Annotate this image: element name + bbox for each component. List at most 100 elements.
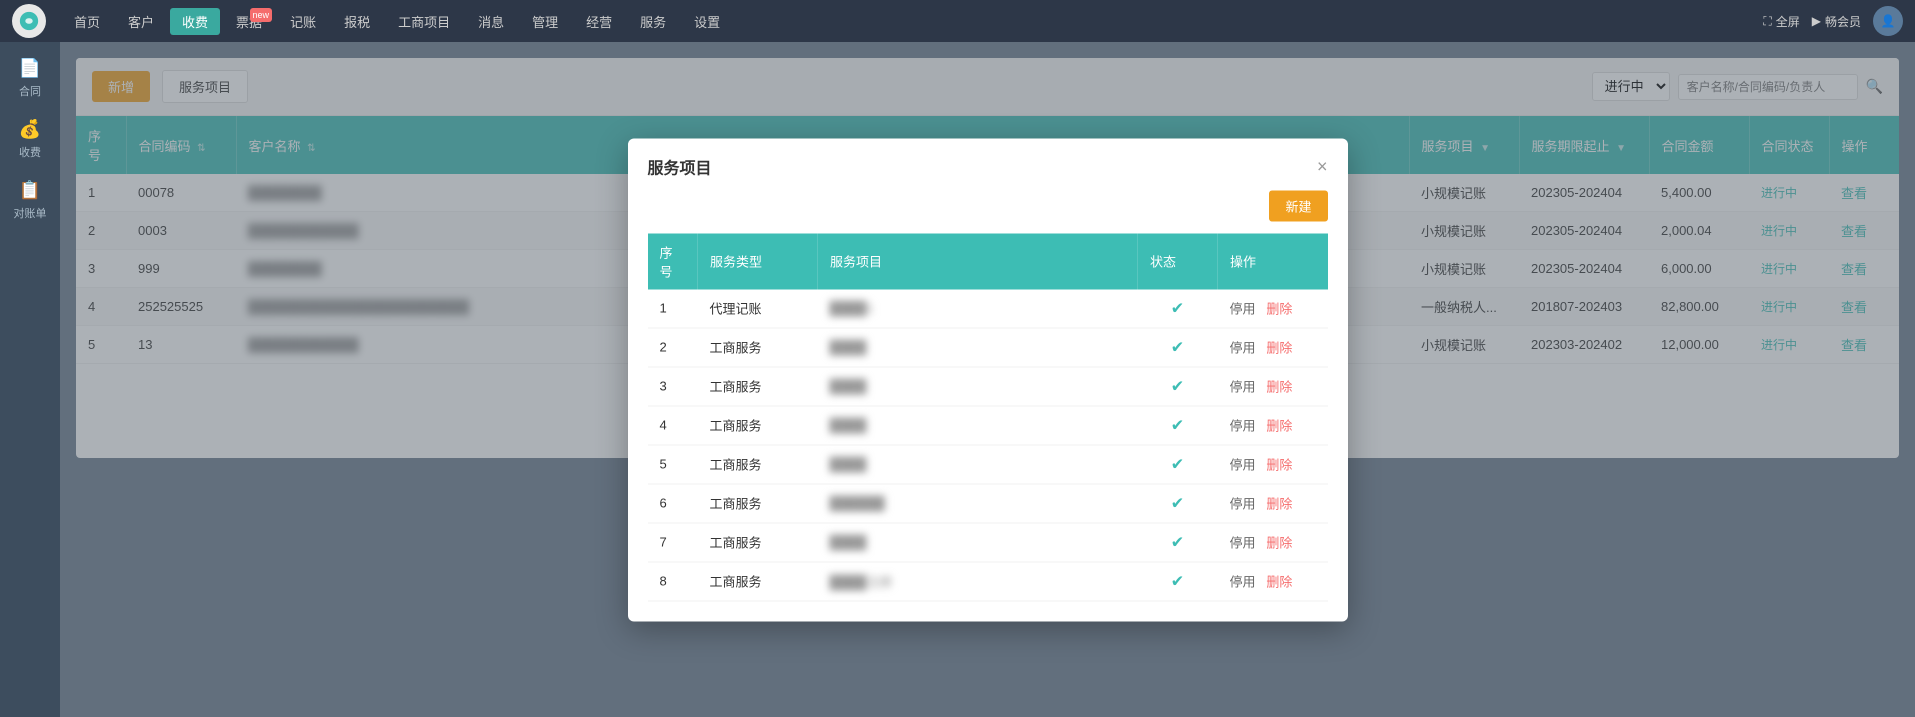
- modal-cell-action: 停用 删除: [1218, 289, 1328, 328]
- top-nav: 首页 客户 收费 票据 new 记账 报税 工商项目 消息 管理 经营 服务 设…: [0, 0, 1915, 42]
- nav-bookkeeping[interactable]: 记账: [278, 8, 328, 35]
- modal-cell-seq: 4: [648, 406, 698, 445]
- nav-message[interactable]: 消息: [466, 8, 516, 35]
- modal-cell-seq: 5: [648, 445, 698, 484]
- modal-cell-action: 停用 删除: [1218, 328, 1328, 367]
- reconcile-icon: 📋: [19, 180, 41, 201]
- modal-cell-item: ████注册: [818, 562, 1138, 601]
- modal-cell-seq: 3: [648, 367, 698, 406]
- delete-button[interactable]: 删除: [1266, 341, 1292, 356]
- stop-button[interactable]: 停用: [1230, 497, 1256, 512]
- nav-manage[interactable]: 管理: [520, 8, 570, 35]
- modal-cell-seq: 2: [648, 328, 698, 367]
- modal-cell-status: ✔: [1138, 484, 1218, 523]
- right-actions: ⛶ 全屏 ▶ 畅会员 👤: [1763, 6, 1903, 36]
- left-sidebar: 📄 合同 💰 收费 📋 对账单: [0, 42, 60, 717]
- modal-cell-status: ✔: [1138, 562, 1218, 601]
- modal-cell-type: 代理记账: [698, 289, 818, 328]
- stop-button[interactable]: 停用: [1230, 341, 1256, 356]
- modal-table-row: 6 工商服务 ██████ ✔ 停用 删除: [648, 484, 1328, 523]
- nav-operation[interactable]: 经营: [574, 8, 624, 35]
- stop-button[interactable]: 停用: [1230, 458, 1256, 473]
- delete-button[interactable]: 删除: [1266, 380, 1292, 395]
- delete-button[interactable]: 删除: [1266, 575, 1292, 590]
- status-check-icon: ✔: [1171, 534, 1184, 551]
- delete-button[interactable]: 删除: [1266, 536, 1292, 551]
- modal-th-seq: 序号: [648, 233, 698, 289]
- modal-cell-type: 工商服务: [698, 328, 818, 367]
- modal-table-row: 4 工商服务 ████ ✔ 停用 删除: [648, 406, 1328, 445]
- service-modal: 服务项目 × 新建 序号 服务类型 服务项目 状态 操作: [628, 138, 1348, 621]
- stop-button[interactable]: 停用: [1230, 575, 1256, 590]
- stop-button[interactable]: 停用: [1230, 302, 1256, 317]
- nav-items: 首页 客户 收费 票据 new 记账 报税 工商项目 消息 管理 经营 服务 设…: [62, 8, 1763, 35]
- avatar[interactable]: 👤: [1873, 6, 1903, 36]
- modal-cell-status: ✔: [1138, 367, 1218, 406]
- modal-cell-item: ████1: [818, 289, 1138, 328]
- member-icon: ▶: [1812, 14, 1821, 28]
- modal-cell-item: ████: [818, 406, 1138, 445]
- modal-cell-seq: 1: [648, 289, 698, 328]
- modal-cell-item: ████: [818, 523, 1138, 562]
- modal-cell-item: ████: [818, 328, 1138, 367]
- member-btn[interactable]: ▶ 畅会员: [1812, 13, 1861, 30]
- delete-button[interactable]: 删除: [1266, 497, 1292, 512]
- nav-ticket[interactable]: 票据 new: [224, 8, 274, 35]
- avatar-icon: 👤: [1881, 14, 1896, 28]
- status-check-icon: ✔: [1171, 495, 1184, 512]
- delete-button[interactable]: 删除: [1266, 458, 1292, 473]
- modal-cell-action: 停用 删除: [1218, 406, 1328, 445]
- modal-cell-action: 停用 删除: [1218, 484, 1328, 523]
- modal-cell-status: ✔: [1138, 523, 1218, 562]
- modal-table-wrap: 序号 服务类型 服务项目 状态 操作 1 代理记账 ████1 ✔ 停用 删除: [628, 233, 1348, 621]
- nav-bizproject[interactable]: 工商项目: [386, 8, 462, 35]
- content-area: 新增 服务项目 进行中 已完成 已终止 全部 🔍 序号: [60, 42, 1915, 717]
- modal-cell-status: ✔: [1138, 406, 1218, 445]
- logo: [12, 4, 46, 38]
- modal-cell-action: 停用 删除: [1218, 562, 1328, 601]
- status-check-icon: ✔: [1171, 417, 1184, 434]
- modal-cell-status: ✔: [1138, 328, 1218, 367]
- modal-cell-status: ✔: [1138, 289, 1218, 328]
- modal-cell-action: 停用 删除: [1218, 367, 1328, 406]
- service-items-table: 序号 服务类型 服务项目 状态 操作 1 代理记账 ████1 ✔ 停用 删除: [648, 233, 1328, 601]
- sidebar-item-contract[interactable]: 📄 合同: [4, 50, 56, 107]
- modal-header: 服务项目 ×: [628, 138, 1348, 178]
- modal-new-button[interactable]: 新建: [1269, 190, 1327, 221]
- modal-cell-status: ✔: [1138, 445, 1218, 484]
- nav-fee[interactable]: 收费: [170, 8, 220, 35]
- modal-cell-item: ████: [818, 367, 1138, 406]
- nav-settings[interactable]: 设置: [682, 8, 732, 35]
- modal-table-row: 3 工商服务 ████ ✔ 停用 删除: [648, 367, 1328, 406]
- modal-cell-item: ██████: [818, 484, 1138, 523]
- modal-th-action: 操作: [1218, 233, 1328, 289]
- status-check-icon: ✔: [1171, 339, 1184, 356]
- fullscreen-btn[interactable]: ⛶ 全屏: [1763, 13, 1799, 30]
- nav-service[interactable]: 服务: [628, 8, 678, 35]
- modal-close-button[interactable]: ×: [1317, 157, 1328, 175]
- modal-cell-type: 工商服务: [698, 406, 818, 445]
- sidebar-item-reconcile[interactable]: 📋 对账单: [4, 172, 56, 229]
- modal-th-status: 状态: [1138, 233, 1218, 289]
- status-check-icon: ✔: [1171, 378, 1184, 395]
- modal-title: 服务项目: [648, 154, 712, 178]
- modal-cell-type: 工商服务: [698, 445, 818, 484]
- nav-tax[interactable]: 报税: [332, 8, 382, 35]
- stop-button[interactable]: 停用: [1230, 536, 1256, 551]
- contract-icon: 📄: [19, 58, 41, 79]
- nav-home[interactable]: 首页: [62, 8, 112, 35]
- delete-button[interactable]: 删除: [1266, 419, 1292, 434]
- modal-cell-action: 停用 删除: [1218, 523, 1328, 562]
- modal-table-row: 8 工商服务 ████注册 ✔ 停用 删除: [648, 562, 1328, 601]
- status-check-icon: ✔: [1171, 300, 1184, 317]
- fee-icon: 💰: [19, 119, 41, 140]
- nav-client[interactable]: 客户: [116, 8, 166, 35]
- delete-button[interactable]: 删除: [1266, 302, 1292, 317]
- stop-button[interactable]: 停用: [1230, 419, 1256, 434]
- status-check-icon: ✔: [1171, 573, 1184, 590]
- modal-cell-action: 停用 删除: [1218, 445, 1328, 484]
- modal-table-row: 7 工商服务 ████ ✔ 停用 删除: [648, 523, 1328, 562]
- stop-button[interactable]: 停用: [1230, 380, 1256, 395]
- modal-th-type: 服务类型: [698, 233, 818, 289]
- sidebar-item-fee[interactable]: 💰 收费: [4, 111, 56, 168]
